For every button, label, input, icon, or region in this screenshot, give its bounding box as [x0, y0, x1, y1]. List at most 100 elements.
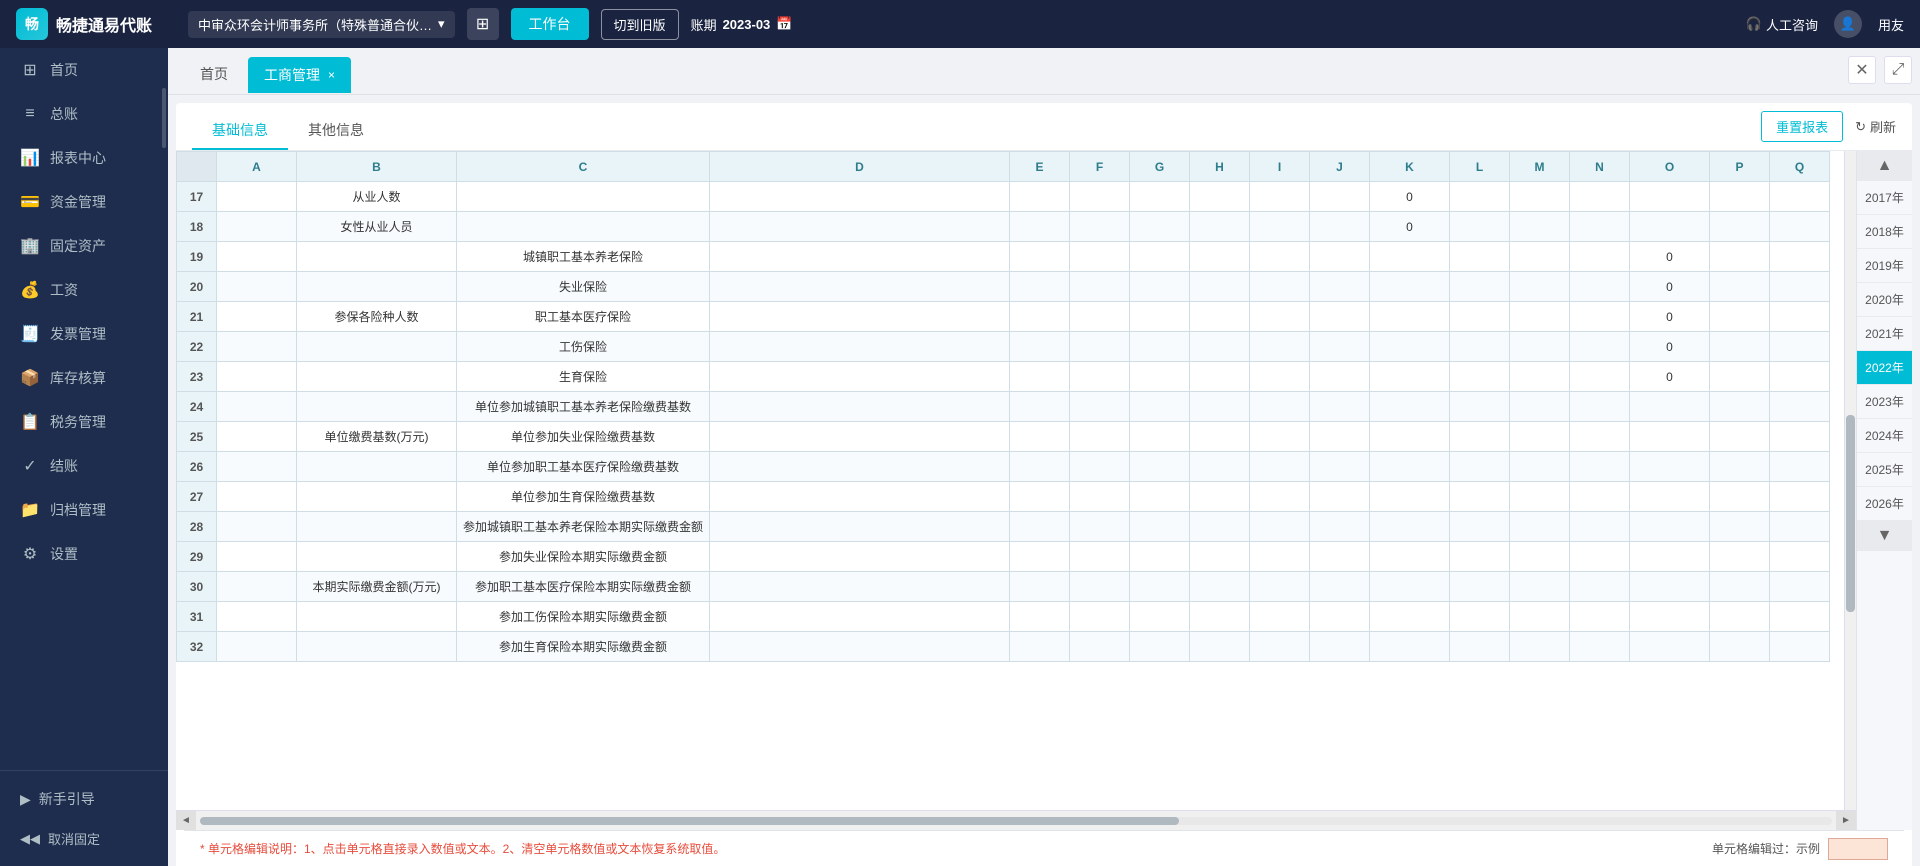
- table-cell[interactable]: [1250, 602, 1310, 632]
- table-cell[interactable]: [1450, 512, 1510, 542]
- table-cell[interactable]: 城镇职工基本养老保险: [457, 242, 710, 272]
- table-cell[interactable]: [1630, 482, 1710, 512]
- table-cell[interactable]: [1370, 542, 1450, 572]
- refresh-button[interactable]: ↻ 刷新: [1855, 117, 1896, 136]
- table-cell[interactable]: 0: [1370, 212, 1450, 242]
- table-cell[interactable]: [1070, 632, 1130, 662]
- table-cell[interactable]: [710, 632, 1010, 662]
- table-cell[interactable]: [1250, 392, 1310, 422]
- hscroll-thumb[interactable]: [200, 817, 1179, 825]
- table-cell[interactable]: [217, 182, 297, 212]
- year-item[interactable]: 2025年: [1857, 453, 1912, 487]
- table-cell[interactable]: [1770, 182, 1830, 212]
- table-cell[interactable]: [1070, 272, 1130, 302]
- year-item[interactable]: 2026年: [1857, 487, 1912, 521]
- table-cell[interactable]: [1190, 542, 1250, 572]
- table-cell[interactable]: 0: [1630, 272, 1710, 302]
- table-cell[interactable]: [1070, 362, 1130, 392]
- table-cell[interactable]: [1570, 212, 1630, 242]
- table-cell[interactable]: [710, 362, 1010, 392]
- table-cell[interactable]: [1630, 512, 1710, 542]
- table-cell[interactable]: [710, 452, 1010, 482]
- table-cell[interactable]: [1770, 572, 1830, 602]
- table-cell[interactable]: [710, 542, 1010, 572]
- table-cell[interactable]: [1770, 512, 1830, 542]
- table-cell[interactable]: [1250, 572, 1310, 602]
- table-cell[interactable]: [217, 512, 297, 542]
- table-cell[interactable]: [1070, 212, 1130, 242]
- table-cell[interactable]: [1710, 512, 1770, 542]
- table-cell[interactable]: 生育保险: [457, 362, 710, 392]
- year-nav-up[interactable]: ▲: [1857, 151, 1912, 181]
- table-cell[interactable]: [710, 182, 1010, 212]
- table-cell[interactable]: [1010, 362, 1070, 392]
- table-cell[interactable]: [1250, 242, 1310, 272]
- table-cell[interactable]: [1630, 422, 1710, 452]
- table-outer[interactable]: ABCDEFGHIJKLMNOPQ 17从业人数018女性从业人员019城镇职工…: [176, 151, 1856, 810]
- table-cell[interactable]: [1190, 422, 1250, 452]
- table-cell[interactable]: [1250, 332, 1310, 362]
- table-cell[interactable]: [1370, 422, 1450, 452]
- table-cell[interactable]: [1370, 242, 1450, 272]
- table-cell[interactable]: [1010, 602, 1070, 632]
- table-cell[interactable]: [1370, 272, 1450, 302]
- table-cell[interactable]: [1190, 212, 1250, 242]
- table-cell[interactable]: [1070, 572, 1130, 602]
- table-cell[interactable]: [457, 212, 710, 242]
- table-cell[interactable]: [1310, 182, 1370, 212]
- table-cell[interactable]: [1450, 212, 1510, 242]
- table-cell[interactable]: [1510, 542, 1570, 572]
- table-cell[interactable]: [1570, 302, 1630, 332]
- table-cell[interactable]: [1450, 422, 1510, 452]
- table-cell[interactable]: [217, 212, 297, 242]
- table-cell[interactable]: [217, 452, 297, 482]
- year-item[interactable]: 2024年: [1857, 419, 1912, 453]
- table-cell[interactable]: [1570, 542, 1630, 572]
- table-cell[interactable]: 参加职工基本医疗保险本期实际缴费金额: [457, 572, 710, 602]
- table-cell[interactable]: [1450, 602, 1510, 632]
- table-cell[interactable]: [1630, 182, 1710, 212]
- table-cell[interactable]: [1630, 392, 1710, 422]
- table-cell[interactable]: [1510, 182, 1570, 212]
- table-cell[interactable]: [1070, 302, 1130, 332]
- oldver-button[interactable]: 切到旧版: [601, 9, 679, 40]
- table-cell[interactable]: [1450, 242, 1510, 272]
- table-cell[interactable]: [297, 362, 457, 392]
- table-cell[interactable]: [1450, 182, 1510, 212]
- table-cell[interactable]: 工伤保险: [457, 332, 710, 362]
- sidebar-item-assets[interactable]: 🏢 固定资产: [0, 224, 168, 268]
- table-cell[interactable]: [1310, 392, 1370, 422]
- table-cell[interactable]: [1010, 542, 1070, 572]
- table-cell[interactable]: [1710, 332, 1770, 362]
- close-window-btn[interactable]: ✕: [1848, 56, 1876, 84]
- table-cell[interactable]: [1310, 452, 1370, 482]
- table-cell[interactable]: [1010, 332, 1070, 362]
- user-service-btn[interactable]: 🎧 人工咨询: [1746, 15, 1818, 34]
- table-cell[interactable]: [217, 632, 297, 662]
- table-cell[interactable]: [1510, 632, 1570, 662]
- table-cell[interactable]: [1310, 272, 1370, 302]
- table-cell[interactable]: [1570, 182, 1630, 212]
- table-cell[interactable]: [1770, 242, 1830, 272]
- year-item[interactable]: 2021年: [1857, 317, 1912, 351]
- table-cell[interactable]: [1370, 602, 1450, 632]
- table-cell[interactable]: [1770, 212, 1830, 242]
- table-cell[interactable]: [1450, 272, 1510, 302]
- table-cell[interactable]: [1710, 212, 1770, 242]
- table-cell[interactable]: [1510, 332, 1570, 362]
- sidebar-item-invoice[interactable]: 🧾 发票管理: [0, 312, 168, 356]
- table-cell[interactable]: [1190, 602, 1250, 632]
- table-cell[interactable]: [1710, 482, 1770, 512]
- table-cell[interactable]: [1510, 452, 1570, 482]
- table-cell[interactable]: [297, 482, 457, 512]
- table-cell[interactable]: [1370, 452, 1450, 482]
- table-cell[interactable]: [1130, 632, 1190, 662]
- table-cell[interactable]: [1010, 572, 1070, 602]
- table-cell[interactable]: [457, 182, 710, 212]
- sidebar-item-settings[interactable]: ⚙ 设置: [0, 532, 168, 576]
- table-cell[interactable]: [1250, 452, 1310, 482]
- horizontal-scrollbar[interactable]: ◄ ►: [176, 810, 1856, 830]
- table-cell[interactable]: [1190, 482, 1250, 512]
- table-cell[interactable]: [1570, 602, 1630, 632]
- vertical-scrollbar[interactable]: [1844, 151, 1856, 810]
